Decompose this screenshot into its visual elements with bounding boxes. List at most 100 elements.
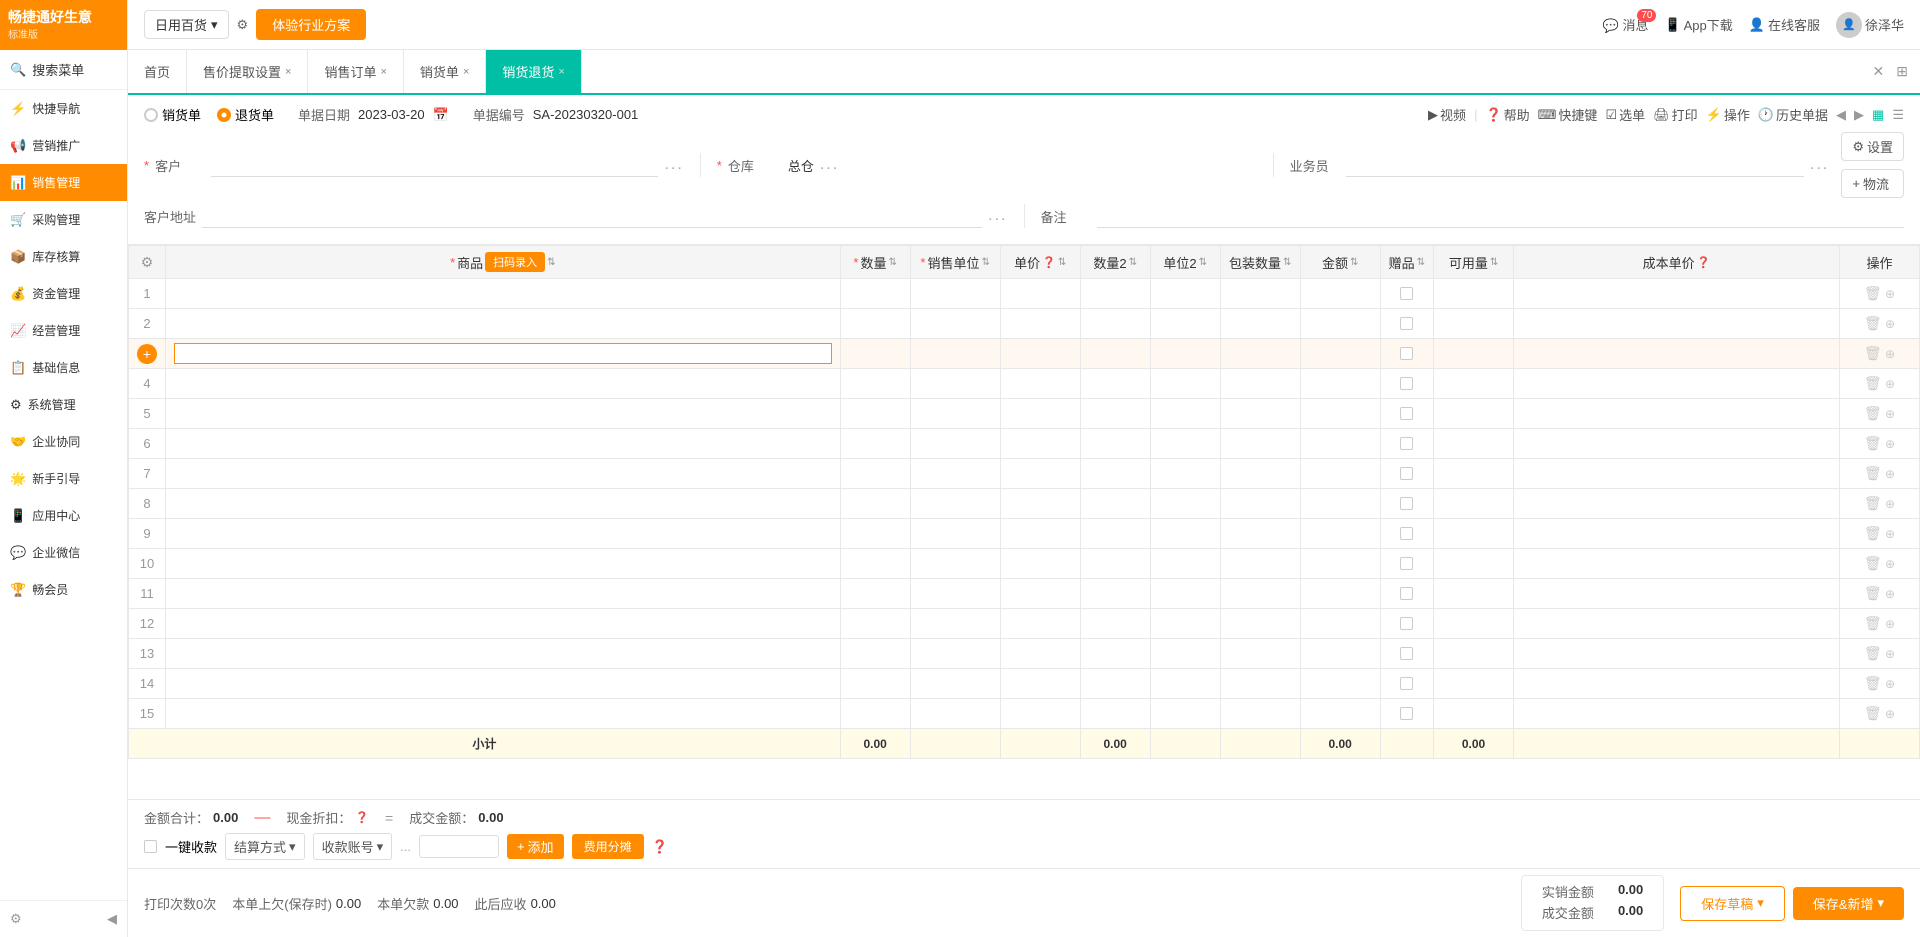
gift-cell[interactable] [1380, 459, 1433, 489]
gift-checkbox[interactable] [1400, 557, 1413, 570]
quantity-cell[interactable] [840, 429, 910, 459]
unit2-cell[interactable] [1150, 369, 1220, 399]
sales-unit-cell[interactable] [910, 609, 1000, 639]
product-cell[interactable] [166, 399, 841, 429]
fee-help-icon[interactable]: ❓ [652, 839, 668, 855]
available-cell[interactable] [1434, 519, 1514, 549]
available-cell[interactable] [1434, 609, 1514, 639]
delete-row-btn[interactable]: 🗑 [1864, 705, 1882, 721]
unit-price-cell[interactable] [1000, 459, 1080, 489]
sort-icon[interactable]: ⇅ [1129, 257, 1137, 268]
copy-row-btn[interactable]: ⊕ [1885, 347, 1895, 361]
experience-button[interactable]: 体验行业方案 [256, 9, 366, 40]
address-input[interactable] [202, 204, 982, 228]
product-cell[interactable] [166, 369, 841, 399]
pack-qty-cell[interactable] [1220, 399, 1300, 429]
amount-cell[interactable] [1300, 579, 1380, 609]
amount-input[interactable] [419, 835, 499, 858]
sidebar-item-guide[interactable]: 🌟 新手引导 [0, 460, 127, 497]
pack-qty-cell[interactable] [1220, 489, 1300, 519]
copy-row-btn[interactable]: ⊕ [1885, 557, 1895, 571]
gift-checkbox[interactable] [1400, 677, 1413, 690]
amount-cell[interactable] [1300, 399, 1380, 429]
product-cell[interactable] [166, 579, 841, 609]
sidebar-item-basic-info[interactable]: 📋 基础信息 [0, 349, 127, 386]
online-service-btn[interactable]: 👤 在线客服 [1749, 15, 1820, 34]
quantity2-cell[interactable] [1080, 369, 1150, 399]
quantity2-cell[interactable] [1080, 429, 1150, 459]
product-cell[interactable] [166, 699, 841, 729]
gift-cell[interactable] [1380, 699, 1433, 729]
salesperson-input[interactable] [1346, 153, 1804, 177]
gift-cell[interactable] [1380, 579, 1433, 609]
gift-cell[interactable] [1380, 279, 1433, 309]
sidebar-item-quick-nav[interactable]: ⚡ 快捷导航 [0, 90, 127, 127]
logistics-btn[interactable]: + 物流 [1841, 169, 1904, 198]
gift-checkbox[interactable] [1400, 287, 1413, 300]
amount-cell[interactable] [1300, 369, 1380, 399]
copy-row-btn[interactable]: ⊕ [1885, 647, 1895, 661]
unit2-cell[interactable] [1150, 669, 1220, 699]
gift-cell[interactable] [1380, 429, 1433, 459]
unit2-cell[interactable] [1150, 399, 1220, 429]
sidebar-item-system[interactable]: ⚙ 系统管理 [0, 386, 127, 423]
amount-cell[interactable] [1300, 339, 1380, 369]
unit-price-cell[interactable] [1000, 639, 1080, 669]
copy-row-btn[interactable]: ⊕ [1885, 587, 1895, 601]
available-cell[interactable] [1434, 309, 1514, 339]
pack-qty-cell[interactable] [1220, 429, 1300, 459]
available-cell[interactable] [1434, 339, 1514, 369]
delete-row-btn[interactable]: 🗑 [1864, 645, 1882, 661]
amount-cell[interactable] [1300, 429, 1380, 459]
pack-qty-cell[interactable] [1220, 459, 1300, 489]
delete-row-btn[interactable]: 🗑 [1864, 315, 1882, 331]
quantity-cell[interactable] [840, 549, 910, 579]
delete-row-btn[interactable]: 🗑 [1864, 675, 1882, 691]
sidebar-item-app-center[interactable]: 📱 应用中心 [0, 497, 127, 534]
pack-qty-cell[interactable] [1220, 609, 1300, 639]
quantity2-cell[interactable] [1080, 609, 1150, 639]
sort-icon[interactable]: ⇅ [1350, 257, 1358, 268]
pack-qty-cell[interactable] [1220, 579, 1300, 609]
sales-unit-cell[interactable] [910, 279, 1000, 309]
gift-cell[interactable] [1380, 489, 1433, 519]
sales-unit-cell[interactable] [910, 579, 1000, 609]
tab-price-extract[interactable]: 售价提取设置 × [187, 50, 308, 93]
quantity-cell[interactable] [840, 519, 910, 549]
amount-cell[interactable] [1300, 669, 1380, 699]
amount-cell[interactable] [1300, 549, 1380, 579]
app-download-btn[interactable]: 📱 App下载 [1664, 15, 1732, 34]
add-row-btn[interactable]: + [137, 344, 157, 364]
save-new-btn[interactable]: 保存&新增 ▾ [1793, 887, 1904, 920]
tab-sales-invoice[interactable]: 销货单 × [404, 50, 486, 93]
sidebar-item-operations[interactable]: 📈 经营管理 [0, 312, 127, 349]
column-settings-icon[interactable]: ⚙ [141, 254, 154, 270]
pack-qty-cell[interactable] [1220, 699, 1300, 729]
quantity2-cell[interactable] [1080, 309, 1150, 339]
product-cell[interactable] [166, 669, 841, 699]
unit-price-cell[interactable] [1000, 579, 1080, 609]
product-cell[interactable] [166, 429, 841, 459]
one-click-payment-checkbox[interactable] [144, 840, 157, 853]
th-settings[interactable]: ⚙ [129, 246, 166, 279]
unit-price-cell[interactable] [1000, 489, 1080, 519]
copy-row-btn[interactable]: ⊕ [1885, 497, 1895, 511]
quantity-cell[interactable] [840, 699, 910, 729]
sidebar-item-member[interactable]: 🏆 畅会员 [0, 571, 127, 608]
sales-unit-cell[interactable] [910, 489, 1000, 519]
sidebar-item-finance[interactable]: 💰 资金管理 [0, 275, 127, 312]
grid-view-icon[interactable]: ▦ [1872, 107, 1884, 123]
delete-row-btn[interactable]: 🗑 [1864, 495, 1882, 511]
available-cell[interactable] [1434, 639, 1514, 669]
delete-row-btn[interactable]: 🗑 [1864, 435, 1882, 451]
history-btn[interactable]: 🕐 历史单据 [1758, 105, 1828, 124]
customer-dots-btn[interactable]: ... [664, 156, 683, 174]
quantity2-cell[interactable] [1080, 639, 1150, 669]
gift-cell[interactable] [1380, 609, 1433, 639]
quantity-cell[interactable] [840, 399, 910, 429]
gift-checkbox[interactable] [1400, 377, 1413, 390]
amount-cell[interactable] [1300, 309, 1380, 339]
print-btn[interactable]: 🖨 打印 [1653, 105, 1698, 124]
sales-unit-cell[interactable] [910, 669, 1000, 699]
product-input[interactable] [174, 343, 832, 364]
